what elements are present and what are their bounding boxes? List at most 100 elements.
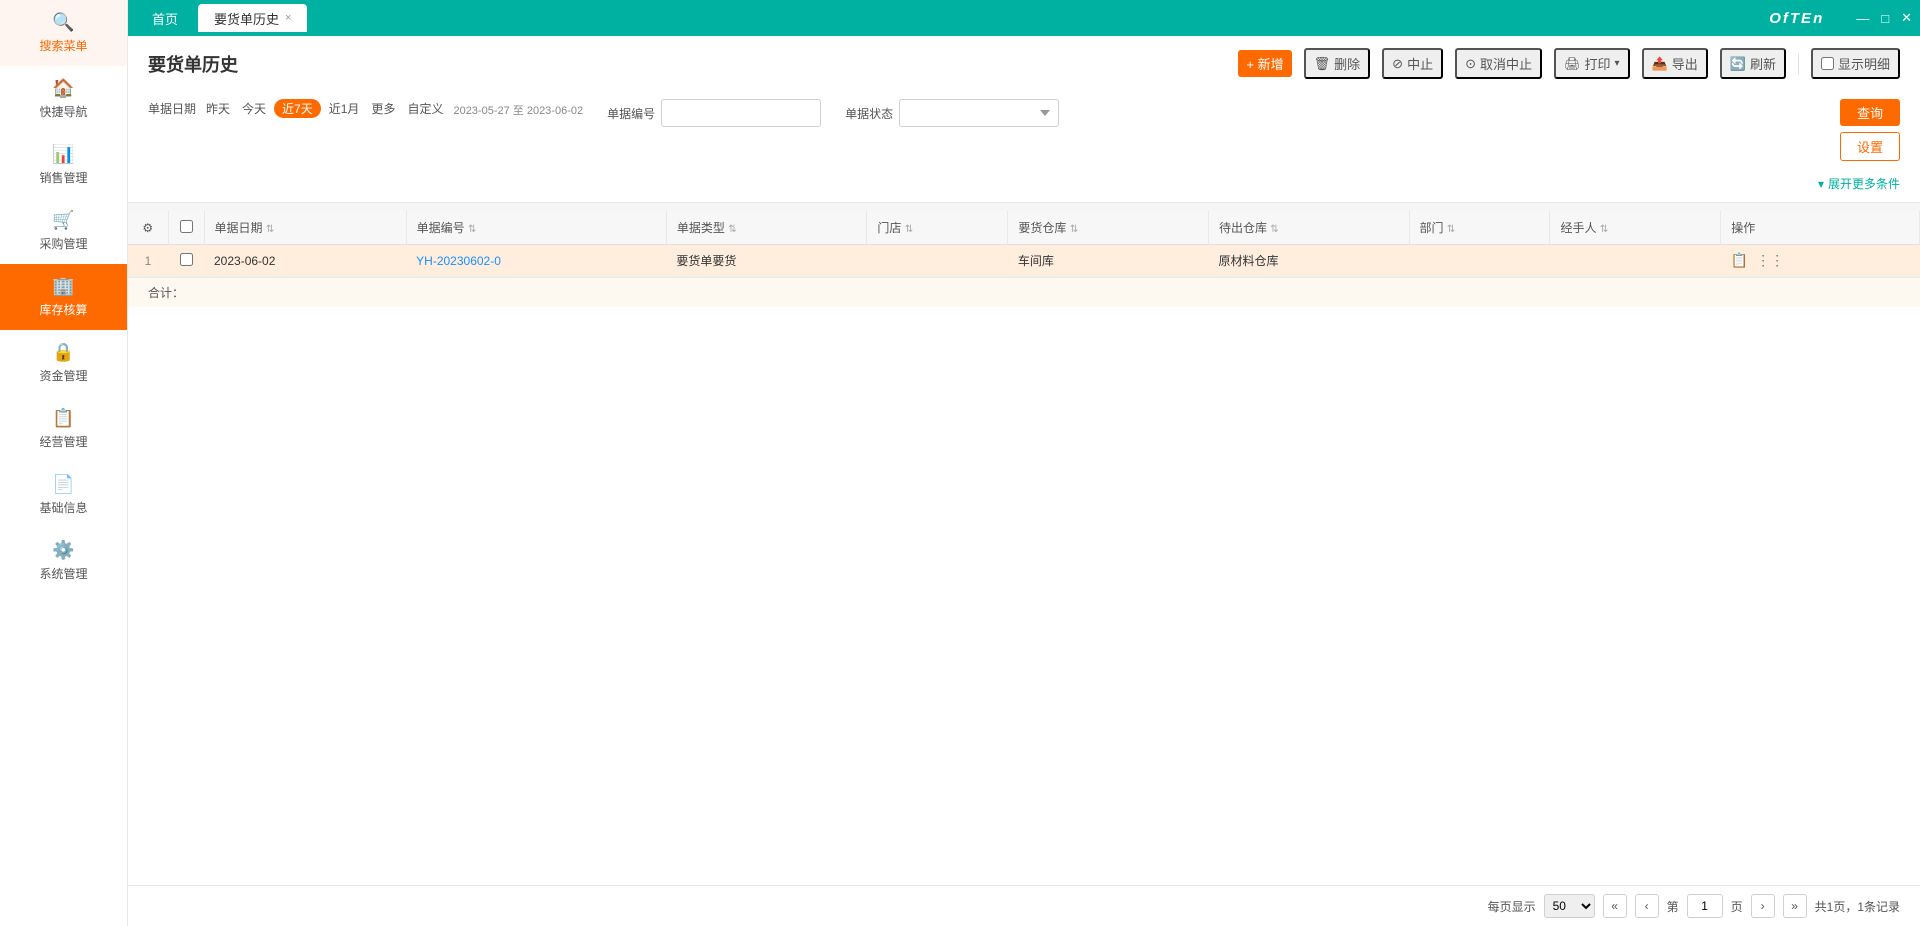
sidebar-item-basic-info[interactable]: 📄 基础信息	[0, 462, 127, 528]
sidebar-item-quick-nav[interactable]: 🏠 快捷导航	[0, 66, 127, 132]
date-shortcut-yesterday[interactable]: 昨天	[202, 99, 234, 118]
suspend-button[interactable]: ⊘ 中止	[1382, 48, 1443, 79]
tab-requisition-history[interactable]: 要货单历史 ×	[198, 4, 307, 32]
col-handler-label: 经手人	[1560, 221, 1596, 235]
doc-no-link[interactable]: YH-20230602-0	[416, 254, 501, 268]
delete-button[interactable]: 🗑 删除	[1304, 48, 1371, 79]
new-button[interactable]: + 新增	[1238, 50, 1291, 77]
query-button-label: 查询	[1857, 103, 1883, 122]
col-doc-date[interactable]: 单据日期 ⇅	[204, 211, 406, 245]
window-close-btn[interactable]: ✕	[1901, 10, 1912, 26]
tab-home[interactable]: 首页	[136, 4, 194, 32]
date-shortcut-today[interactable]: 今天	[238, 99, 270, 118]
first-page-btn[interactable]: «	[1603, 894, 1627, 918]
col-pending-warehouse[interactable]: 待出仓库 ⇅	[1208, 211, 1409, 245]
sidebar-item-search-menu-label: 搜索菜单	[39, 37, 87, 54]
col-doc-type[interactable]: 单据类型 ⇅	[666, 211, 867, 245]
per-page-label: 每页显示	[1488, 898, 1536, 915]
new-button-label: + 新增	[1246, 54, 1283, 73]
cell-doc-no[interactable]: YH-20230602-0	[406, 245, 666, 277]
cancel-suspend-button[interactable]: ⊙ 取消中止	[1455, 48, 1542, 79]
col-handler[interactable]: 经手人 ⇅	[1550, 211, 1721, 245]
sys-mgmt-icon: ⚙️	[52, 540, 74, 561]
window-maximize-btn[interactable]: □	[1881, 11, 1889, 26]
window-minimize-btn[interactable]: —	[1856, 11, 1869, 26]
content-area: 要货单历史 + 新增 🗑 删除 ⊘ 中止 ⊙ 取消中止	[128, 36, 1920, 926]
col-department[interactable]: 部门 ⇅	[1409, 211, 1550, 245]
col-ops: 操作	[1721, 211, 1920, 245]
sort-department-icon: ⇅	[1447, 224, 1455, 235]
doc-no-filter-group: 单据编号	[607, 99, 821, 127]
sort-doc-no-icon: ⇅	[468, 224, 476, 235]
query-button[interactable]: 查询	[1840, 99, 1900, 126]
cell-department	[1409, 245, 1550, 277]
sidebar-item-sys-mgmt-label: 系统管理	[39, 565, 87, 582]
sidebar-item-basic-info-label: 基础信息	[39, 499, 87, 516]
sidebar-item-sales-mgmt[interactable]: 📊 销售管理	[0, 132, 127, 198]
per-page-select[interactable]: 50 10 20 100	[1544, 894, 1595, 918]
print-button-label: 打印	[1585, 54, 1611, 73]
cell-store	[867, 245, 1008, 277]
sidebar-item-inventory[interactable]: 🏢 库存核算	[0, 264, 127, 330]
filter-row: 单据日期 昨天 今天 近7天 近1月 更多 自定义 2023-05-27 至 2…	[148, 89, 1900, 171]
col-settings[interactable]: ⚙	[128, 211, 168, 245]
refresh-icon: 🔄	[1730, 56, 1746, 72]
col-check[interactable]	[168, 211, 204, 245]
sort-handler-icon: ⇅	[1600, 224, 1608, 235]
sort-store-icon: ⇅	[905, 224, 913, 235]
toolbar: + 新增 🗑 删除 ⊘ 中止 ⊙ 取消中止 🖨	[1238, 48, 1900, 79]
sidebar-item-search-menu[interactable]: 🔍 搜索菜单	[0, 0, 127, 66]
next-page-btn[interactable]: ›	[1751, 894, 1775, 918]
col-doc-no-label: 单据编号	[417, 221, 465, 235]
status-select[interactable]	[899, 99, 1059, 127]
export-icon: 📤	[1652, 56, 1668, 72]
inventory-icon: 🏢	[52, 276, 74, 297]
refresh-button[interactable]: 🔄 刷新	[1720, 48, 1786, 79]
search-menu-icon: 🔍	[52, 12, 74, 33]
expand-more-label: 展开更多条件	[1828, 175, 1900, 192]
print-button[interactable]: 🖨 打印 ▾	[1554, 48, 1630, 79]
cell-check[interactable]	[168, 245, 204, 277]
tab-home-label: 首页	[152, 9, 178, 28]
col-store[interactable]: 门店 ⇅	[867, 211, 1008, 245]
page-header: 要货单历史 + 新增 🗑 删除 ⊘ 中止 ⊙ 取消中止	[128, 36, 1920, 203]
display-detail-button[interactable]: 显示明细	[1811, 48, 1900, 79]
sidebar-item-finance-mgmt-label: 资金管理	[39, 367, 87, 384]
main-area: 首页 要货单历史 × OfTEn — □ ✕ 要货单历史 + 新增 🗑	[128, 0, 1920, 926]
display-detail-checkbox[interactable]	[1821, 57, 1834, 70]
date-filter-label: 单据日期	[148, 100, 196, 117]
data-table: ⚙ 单据日期 ⇅ 单据编号 ⇅ 单据类型 ⇅ 门店 ⇅ 要货仓库 ⇅ 待出仓库 …	[128, 211, 1920, 277]
date-shortcut-1month[interactable]: 近1月	[325, 99, 364, 118]
row-checkbox[interactable]	[180, 253, 193, 266]
sidebar-item-operations-mgmt[interactable]: 📋 经营管理	[0, 396, 127, 462]
settings-button[interactable]: 设置	[1840, 132, 1900, 161]
date-shortcut-custom[interactable]: 自定义	[403, 99, 447, 118]
page-input[interactable]	[1687, 894, 1723, 918]
expand-more-btn[interactable]: ▾ 展开更多条件	[1818, 175, 1900, 192]
date-shortcut-more[interactable]: 更多	[367, 99, 399, 118]
operations-mgmt-icon: 📋	[52, 408, 74, 429]
doc-no-input[interactable]	[661, 99, 821, 127]
sidebar-item-sys-mgmt[interactable]: ⚙️ 系统管理	[0, 528, 127, 594]
edit-icon[interactable]: 📋	[1731, 252, 1748, 269]
select-all-checkbox[interactable]	[180, 220, 193, 233]
prev-page-btn[interactable]: ‹	[1635, 894, 1659, 918]
date-range-display: 2023-05-27 至 2023-06-02	[453, 105, 583, 117]
date-shortcut-7days[interactable]: 近7天	[274, 99, 321, 118]
refresh-button-label: 刷新	[1750, 54, 1776, 73]
col-req-warehouse[interactable]: 要货仓库 ⇅	[1008, 211, 1209, 245]
export-button[interactable]: 📤 导出	[1642, 48, 1708, 79]
sidebar: 🔍 搜索菜单 🏠 快捷导航 📊 销售管理 🛒 采购管理 🏢 库存核算 🔒 资金管…	[0, 0, 128, 926]
last-page-btn[interactable]: »	[1783, 894, 1807, 918]
col-req-warehouse-label: 要货仓库	[1018, 221, 1066, 235]
more-icon[interactable]: ⋮⋮	[1756, 252, 1784, 269]
cell-doc-type: 要货单要货	[666, 245, 867, 277]
page-label: 第	[1667, 898, 1679, 915]
col-doc-no[interactable]: 单据编号 ⇅	[406, 211, 666, 245]
tab-close-icon[interactable]: ×	[285, 12, 291, 24]
cell-no: 1	[128, 245, 168, 277]
sidebar-item-finance-mgmt[interactable]: 🔒 资金管理	[0, 330, 127, 396]
basic-info-icon: 📄	[52, 474, 74, 495]
sidebar-item-purchase-mgmt[interactable]: 🛒 采购管理	[0, 198, 127, 264]
cell-doc-date: 2023-06-02	[204, 245, 406, 277]
